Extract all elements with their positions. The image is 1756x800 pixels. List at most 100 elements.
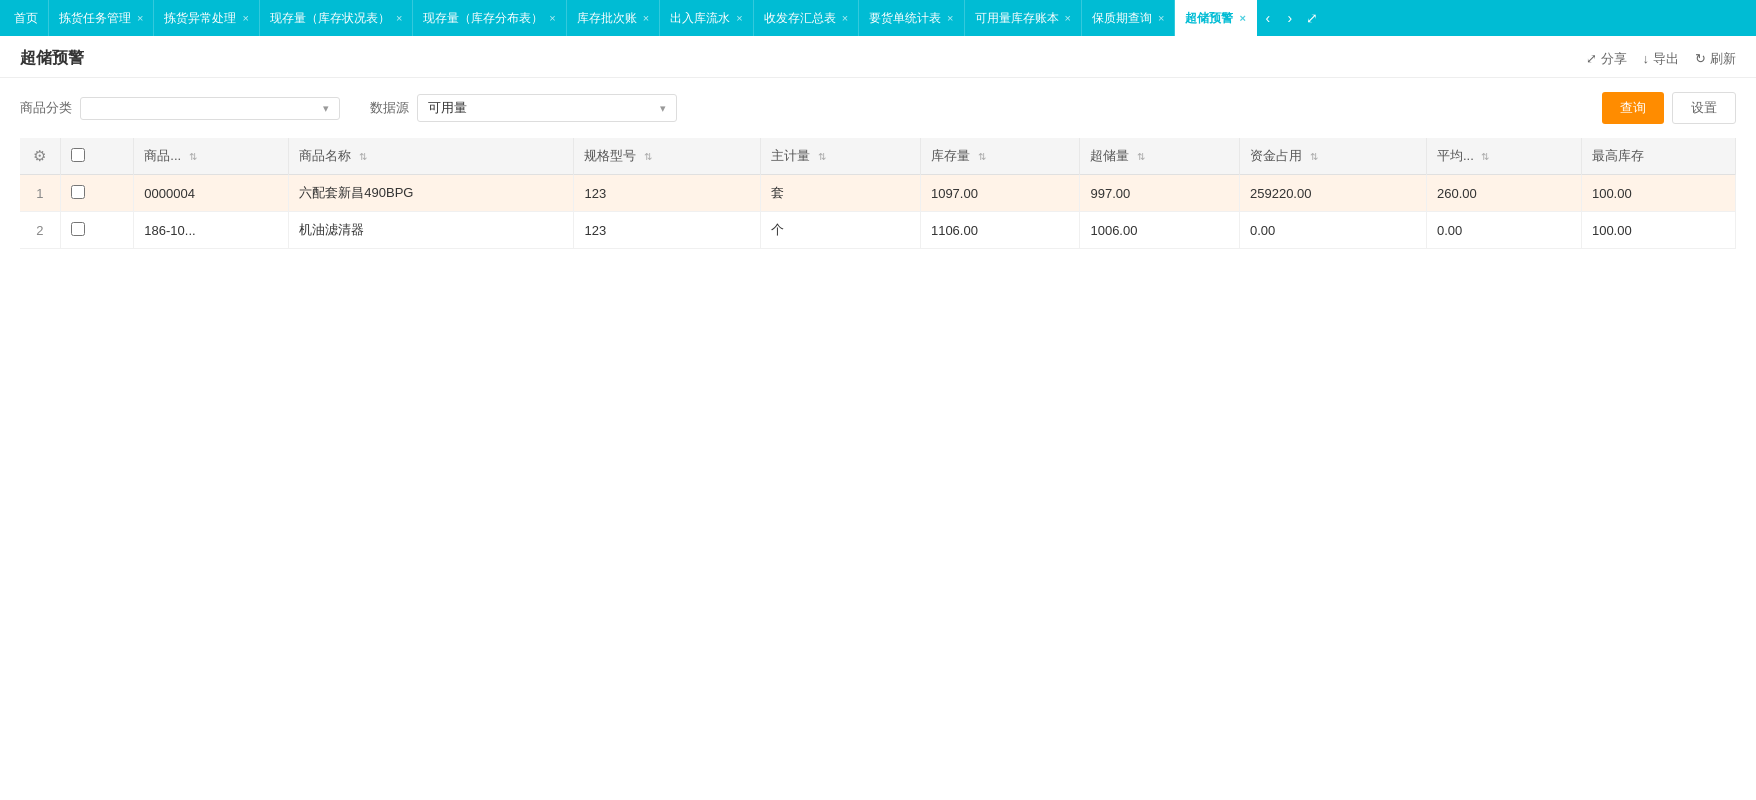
datasource-label: 数据源 — [370, 99, 409, 117]
nav-tab-summary[interactable]: 收发存汇总表 × — [754, 0, 859, 36]
nav-tab-task[interactable]: 拣货任务管理 × — [49, 0, 154, 36]
select-all-checkbox[interactable] — [71, 148, 85, 162]
sort-icon: ⇅ — [359, 151, 367, 162]
th-spec[interactable]: 规格型号 ⇅ — [574, 138, 761, 175]
table-row: 1 0000004 六配套新昌490BPG 123 套 1097.00 997.… — [20, 175, 1736, 212]
table-area: ⚙ 商品... ⇅ 商品名称 ⇅ 规格型号 ⇅ — [0, 138, 1756, 249]
nav-next-button[interactable]: › — [1279, 0, 1301, 36]
th-avg[interactable]: 平均... ⇅ — [1426, 138, 1581, 175]
page-header: 超储预警 ⤢ 分享 ↓ 导出 ↻ 刷新 — [0, 36, 1756, 78]
row-num: 2 — [20, 212, 60, 249]
th-settings[interactable]: ⚙ — [20, 138, 60, 175]
query-button[interactable]: 查询 — [1602, 92, 1664, 124]
row-avg: 0.00 — [1426, 212, 1581, 249]
sort-icon: ⇅ — [189, 151, 197, 162]
table-body: 1 0000004 六配套新昌490BPG 123 套 1097.00 997.… — [20, 175, 1736, 249]
export-icon: ↓ — [1643, 51, 1650, 66]
refresh-icon: ↻ — [1695, 51, 1706, 66]
row-product-name: 六配套新昌490BPG — [289, 175, 574, 212]
row-checkbox[interactable] — [60, 212, 134, 249]
datasource-select[interactable]: 可用量 ▾ — [417, 94, 677, 122]
category-label: 商品分类 — [20, 99, 72, 117]
nav-tab-overflow[interactable]: 超储预警 × — [1175, 0, 1256, 36]
th-stock[interactable]: 库存量 ⇅ — [920, 138, 1080, 175]
close-icon[interactable]: × — [242, 12, 248, 24]
sort-icon: ⇅ — [1481, 151, 1489, 162]
header-actions: ⤢ 分享 ↓ 导出 ↻ 刷新 — [1586, 50, 1737, 68]
close-icon[interactable]: × — [549, 12, 555, 24]
row-spec: 123 — [574, 212, 761, 249]
nav-tab-stock-status[interactable]: 现存量（库存状况表） × — [260, 0, 413, 36]
th-capital[interactable]: 资金占用 ⇅ — [1239, 138, 1426, 175]
th-overflow[interactable]: 超储量 ⇅ — [1080, 138, 1240, 175]
page-content: 超储预警 ⤢ 分享 ↓ 导出 ↻ 刷新 商品分类 ▾ 数据源 — [0, 36, 1756, 800]
close-icon[interactable]: × — [137, 12, 143, 24]
row-overflow: 1006.00 — [1080, 212, 1240, 249]
sort-icon: ⇅ — [1310, 151, 1318, 162]
setting-button[interactable]: 设置 — [1672, 92, 1736, 124]
chevron-down-icon: ▾ — [323, 102, 329, 115]
nav-tab-available[interactable]: 可用量库存账本 × — [965, 0, 1082, 36]
close-icon[interactable]: × — [1239, 12, 1245, 24]
nav-tab-stock-dist[interactable]: 现存量（库存分布表） × — [413, 0, 566, 36]
refresh-button[interactable]: ↻ 刷新 — [1695, 50, 1736, 68]
row-product-name: 机油滤清器 — [289, 212, 574, 249]
row-product-code: 0000004 — [134, 175, 289, 212]
th-product-name[interactable]: 商品名称 ⇅ — [289, 138, 574, 175]
row-checkbox[interactable] — [60, 175, 134, 212]
category-select[interactable]: ▾ — [80, 97, 340, 120]
page-title: 超储预警 — [20, 48, 84, 69]
nav-tab-inout[interactable]: 出入库流水 × — [660, 0, 753, 36]
share-button[interactable]: ⤢ 分享 — [1586, 50, 1627, 68]
th-max-stock[interactable]: 最高库存 — [1581, 138, 1735, 175]
export-button[interactable]: ↓ 导出 — [1643, 50, 1680, 68]
row-stock: 1097.00 — [920, 175, 1080, 212]
th-checkbox[interactable] — [60, 138, 134, 175]
chevron-down-icon: ▾ — [660, 102, 666, 115]
row-num: 1 — [20, 175, 60, 212]
close-icon[interactable]: × — [1065, 12, 1071, 24]
close-icon[interactable]: × — [1158, 12, 1164, 24]
row-max-stock: 100.00 — [1581, 175, 1735, 212]
close-icon[interactable]: × — [396, 12, 402, 24]
close-icon[interactable]: × — [736, 12, 742, 24]
row-product-code: 186-10... — [134, 212, 289, 249]
row-spec: 123 — [574, 175, 761, 212]
close-icon[interactable]: × — [842, 12, 848, 24]
share-icon: ⤢ — [1586, 51, 1597, 66]
row-capital: 0.00 — [1239, 212, 1426, 249]
close-icon[interactable]: × — [947, 12, 953, 24]
nav-tab-batch[interactable]: 库存批次账 × — [567, 0, 660, 36]
top-nav: 首页 拣货任务管理 × 拣货异常处理 × 现存量（库存状况表） × 现存量（库存… — [0, 0, 1756, 36]
nav-tab-order-stats[interactable]: 要货单统计表 × — [859, 0, 964, 36]
row-unit: 个 — [761, 212, 921, 249]
th-product-code[interactable]: 商品... ⇅ — [134, 138, 289, 175]
row-avg: 260.00 — [1426, 175, 1581, 212]
row-overflow: 997.00 — [1080, 175, 1240, 212]
filter-actions: 查询 设置 — [1602, 92, 1736, 124]
sort-icon: ⇅ — [818, 151, 826, 162]
th-unit[interactable]: 主计量 ⇅ — [761, 138, 921, 175]
data-table: ⚙ 商品... ⇅ 商品名称 ⇅ 规格型号 ⇅ — [20, 138, 1736, 249]
close-icon[interactable]: × — [643, 12, 649, 24]
row-select-checkbox[interactable] — [71, 185, 85, 199]
datasource-select-value: 可用量 — [428, 99, 467, 117]
table-row: 2 186-10... 机油滤清器 123 个 1106.00 1006.00 … — [20, 212, 1736, 249]
row-unit: 套 — [761, 175, 921, 212]
sort-icon: ⇅ — [978, 151, 986, 162]
nav-expand-button[interactable]: ⤢ — [1301, 0, 1323, 36]
nav-tab-abnormal[interactable]: 拣货异常处理 × — [154, 0, 259, 36]
category-filter-group: 商品分类 ▾ — [20, 97, 340, 120]
gear-icon[interactable]: ⚙ — [33, 147, 46, 164]
row-max-stock: 100.00 — [1581, 212, 1735, 249]
row-capital: 259220.00 — [1239, 175, 1426, 212]
sort-icon: ⇅ — [1137, 151, 1145, 162]
row-select-checkbox[interactable] — [71, 222, 85, 236]
nav-prev-button[interactable]: ‹ — [1257, 0, 1279, 36]
filter-area: 商品分类 ▾ 数据源 可用量 ▾ 查询 设置 — [0, 78, 1756, 138]
nav-tab-quality[interactable]: 保质期查询 × — [1082, 0, 1175, 36]
nav-tab-home[interactable]: 首页 — [4, 0, 49, 36]
sort-icon: ⇅ — [644, 151, 652, 162]
row-stock: 1106.00 — [920, 212, 1080, 249]
table-header-row: ⚙ 商品... ⇅ 商品名称 ⇅ 规格型号 ⇅ — [20, 138, 1736, 175]
